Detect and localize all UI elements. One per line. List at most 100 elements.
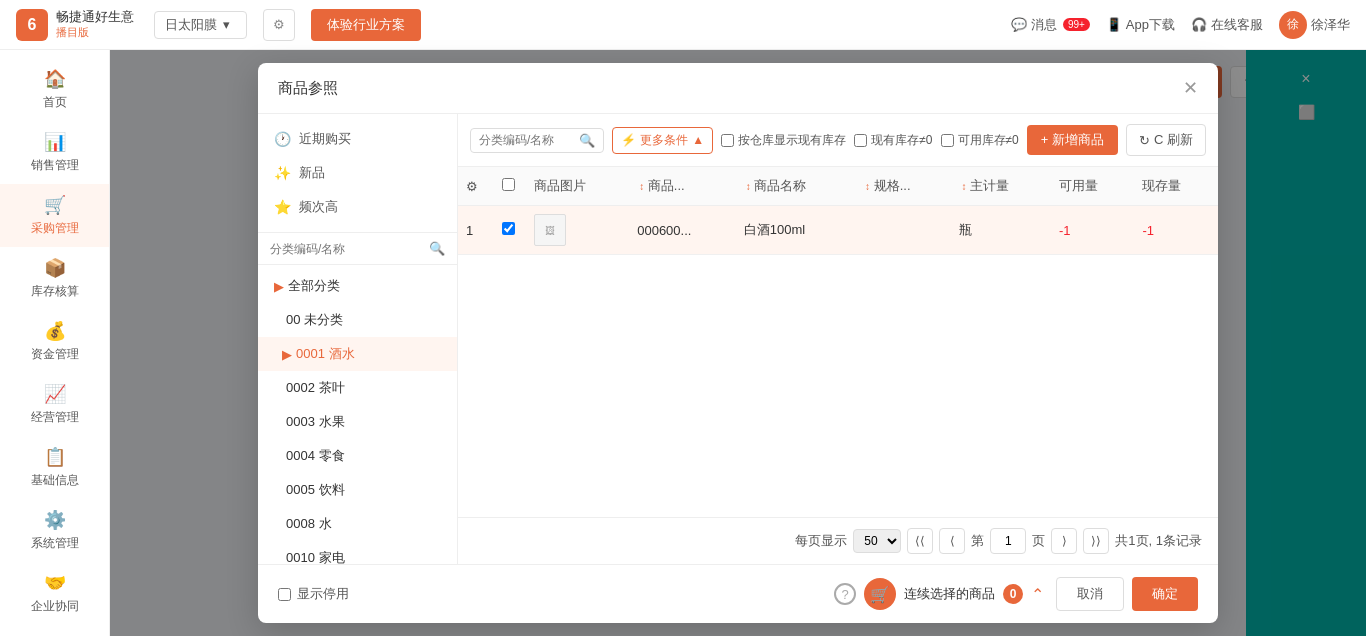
tab-recent-purchase[interactable]: 🕐 近期购买 [258,122,457,156]
th-settings: ⚙ [458,167,494,206]
sidebar-item-finance[interactable]: 💰 资金管理 [0,310,109,373]
settings-column-icon[interactable]: ⚙ [466,179,478,194]
sidebar-item-sales[interactable]: 📊 销售管理 [0,121,109,184]
sidebar-item-label: 基础信息 [31,472,79,489]
per-page-select[interactable]: 50 [853,529,901,553]
th-image: 商品图片 [526,167,629,206]
row-checkbox[interactable] [502,222,515,235]
cart-button[interactable]: 🛒 [864,578,896,610]
search-magnifier-icon[interactable]: 🔍 [579,133,595,148]
sidebar-item-label: 首页 [43,94,67,111]
td-image: 🖼 [526,206,629,255]
sidebar-item-basic-info[interactable]: 📋 基础信息 [0,436,109,499]
sales-icon: 📊 [44,131,66,153]
th-spec: ↕ 规格... [855,167,951,206]
td-index: 1 [458,206,494,255]
category-item-0001[interactable]: ▶ 0001 酒水 [258,337,457,371]
sidebar-item-home[interactable]: 🏠 首页 [0,58,109,121]
category-item-0010[interactable]: 0010 家电 [258,541,457,564]
online-service-item[interactable]: 🎧 在线客服 [1191,16,1263,34]
settings-icon[interactable]: ⚙ [263,9,295,41]
category-item-0005[interactable]: 0005 饮料 [258,473,457,507]
category-item-0004[interactable]: 0004 零食 [258,439,457,473]
show-disabled-checkbox[interactable] [278,588,291,601]
sidebar: 🏠 首页 📊 销售管理 🛒 采购管理 📦 库存核算 💰 资金管理 📈 经营管理 … [0,50,110,636]
user-profile[interactable]: 徐 徐泽华 [1279,11,1350,39]
product-image: 🖼 [534,214,566,246]
sidebar-item-guide[interactable]: 🎯 新手引导 [0,625,109,636]
available-stock-checkbox[interactable] [941,134,954,147]
recent-icon: 🕐 [274,131,291,147]
message-icon: 💬 [1011,17,1027,32]
category-item-0008[interactable]: 0008 水 [258,507,457,541]
search-icon[interactable]: 🔍 [429,241,445,256]
td-code: 000600... [629,206,736,255]
category-item-0003[interactable]: 0003 水果 [258,405,457,439]
sidebar-item-label: 库存核算 [31,283,79,300]
category-search-bar: 🔍 [258,233,457,265]
inventory-icon: 📦 [44,257,66,279]
enterprise-icon: 🤝 [44,572,66,594]
footer-action-buttons: 取消 确定 [1056,577,1198,611]
product-table-body: 1 🖼 [458,206,1218,255]
nav-dropdown[interactable]: 日太阳膜 ▾ [154,11,247,39]
logo-area: 6 畅捷通好生意 播目版 [16,9,134,41]
sidebar-item-system[interactable]: ⚙️ 系统管理 [0,499,109,562]
modal-close-icon[interactable]: ✕ [1183,77,1198,99]
next-page-btn[interactable]: ⟩ [1051,528,1077,554]
product-reference-modal: 商品参照 ✕ 🕐 近期购买 ✨ 新 [258,63,1218,623]
sidebar-item-operations[interactable]: 📈 经营管理 [0,373,109,436]
confirm-button[interactable]: 确定 [1132,577,1198,611]
prev-page-btn[interactable]: ⟨ [939,528,965,554]
trial-button[interactable]: 体验行业方案 [311,9,421,41]
category-search-input[interactable] [270,242,429,256]
category-all[interactable]: ▶ 全部分类 [258,269,457,303]
sidebar-item-purchase[interactable]: 🛒 采购管理 [0,184,109,247]
first-page-btn[interactable]: ⟨⟨ [907,528,933,554]
main-layout: 🏠 首页 📊 销售管理 🛒 采购管理 📦 库存核算 💰 资金管理 📈 经营管理 … [0,50,1366,636]
star-icon: ⭐ [274,199,291,215]
table-row[interactable]: 1 🖼 [458,206,1218,255]
collapse-up-icon[interactable]: ⌃ [1031,585,1044,604]
sidebar-item-label: 系统管理 [31,535,79,552]
sidebar-item-inventory[interactable]: 📦 库存核算 [0,247,109,310]
refresh-btn[interactable]: ↻ C 刷新 [1126,124,1206,156]
cancel-button[interactable]: 取消 [1056,577,1124,611]
sidebar-item-enterprise[interactable]: 🤝 企业协同 [0,562,109,625]
headset-icon: 🎧 [1191,17,1207,32]
add-product-button[interactable]: + 新增商品 [1027,125,1118,155]
checkbox-available-stock[interactable]: 可用库存≠0 [941,132,1019,149]
checkbox-existing-stock[interactable]: 现有库存≠0 [854,132,932,149]
select-all-checkbox[interactable] [502,178,515,191]
more-conditions-btn[interactable]: ⚡ 更多条件 ▲ [612,127,713,154]
sidebar-item-label: 经营管理 [31,409,79,426]
logo-text-block: 畅捷通好生意 播目版 [56,9,134,41]
new-icon: ✨ [274,165,291,181]
show-disabled-checkbox-label[interactable]: 显示停用 [278,585,349,603]
modal-body: 🕐 近期购买 ✨ 新品 ⭐ 频次高 [258,114,1218,564]
messages-nav-item[interactable]: 💬 消息 99+ [1011,16,1090,34]
existing-stock-checkbox[interactable] [854,134,867,147]
collapse-left-panel-btn[interactable]: 《 [457,315,458,363]
td-checkbox [494,206,526,255]
warehouse-stock-checkbox[interactable] [721,134,734,147]
checkbox-warehouse-stock[interactable]: 按仓库显示现有库存 [721,132,846,149]
category-item-0002[interactable]: 0002 茶叶 [258,371,457,405]
tab-new-products[interactable]: ✨ 新品 [258,156,457,190]
product-search-input[interactable] [479,133,579,147]
page-number-input[interactable] [990,528,1026,554]
operations-icon: 📈 [44,383,66,405]
modal-toolbar: 🔍 ⚡ 更多条件 ▲ 按仓库显示现有库存 [458,114,1218,167]
category-item-00[interactable]: 00 未分类 [258,303,457,337]
home-icon: 🏠 [44,68,66,90]
tab-frequent[interactable]: ⭐ 频次高 [258,190,457,224]
td-spec [855,206,951,255]
last-page-btn[interactable]: ⟩⟩ [1083,528,1109,554]
message-badge: 99+ [1063,18,1090,31]
chevron-down-icon: ▾ [223,17,230,32]
td-stock: -1 [1134,206,1218,255]
app-download-item[interactable]: 📱 App下载 [1106,16,1175,34]
modal-footer: 显示停用 ? 🛒 连续选择的商品 0 ⌃ 取消 确定 [258,564,1218,623]
pagination-bar: 每页显示 50 ⟨⟨ ⟨ 第 页 ⟩ ⟩⟩ 共1页, 1条记录 [458,517,1218,564]
help-icon[interactable]: ? [834,583,856,605]
